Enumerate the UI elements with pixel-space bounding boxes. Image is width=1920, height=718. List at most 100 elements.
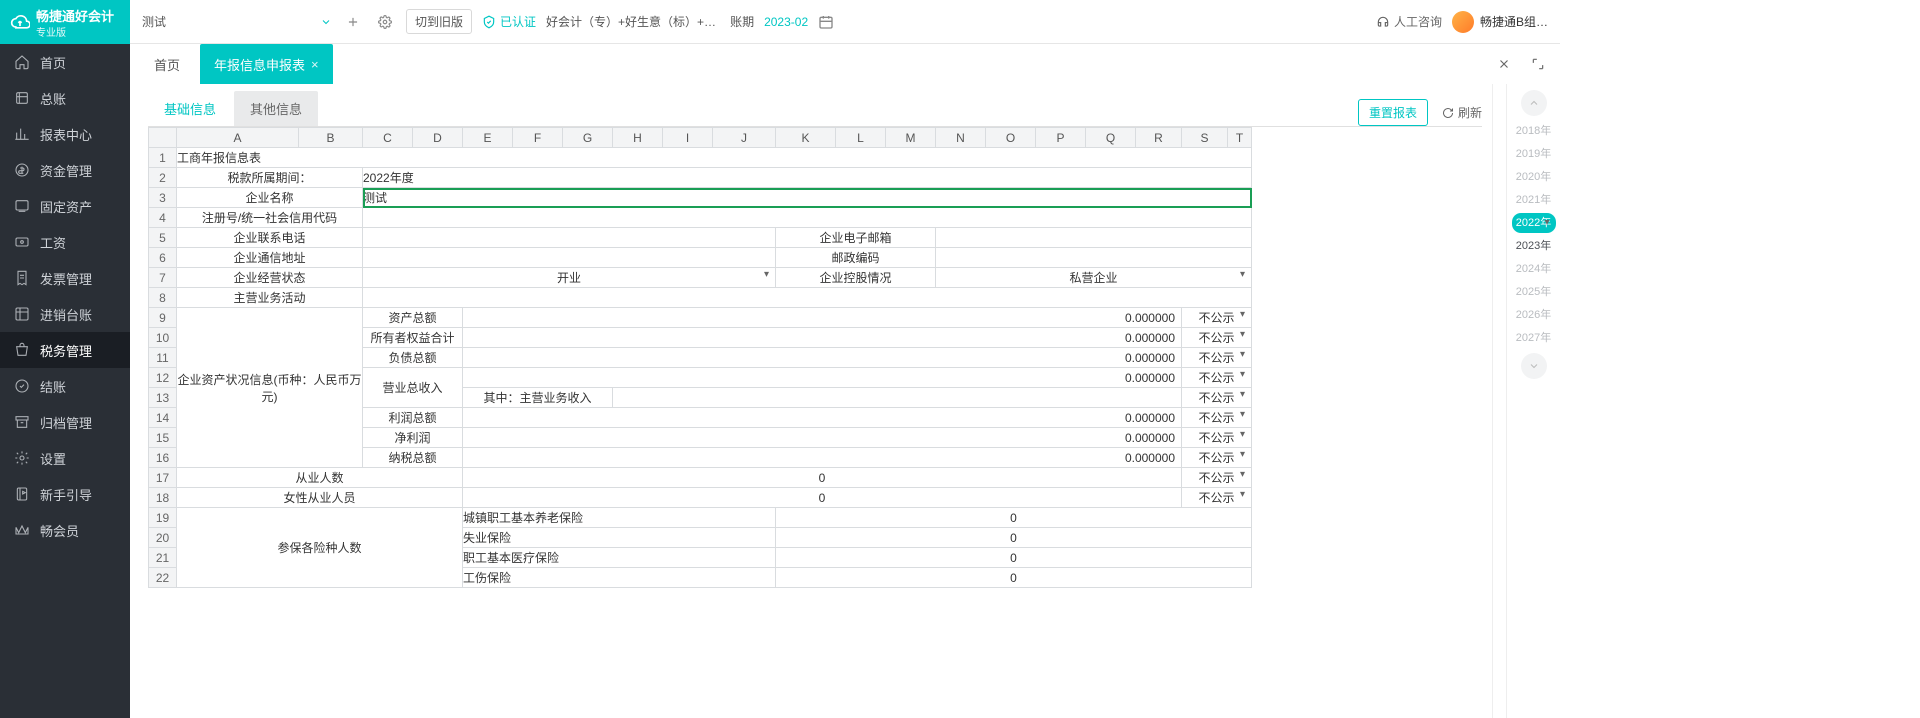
disclosure-select[interactable]: 不公示 — [1182, 468, 1252, 488]
col-header[interactable]: E — [463, 128, 513, 148]
reg-no-input[interactable] — [363, 208, 1252, 228]
row-header[interactable]: 20 — [149, 528, 177, 548]
sidebar-item-archive[interactable]: 归档管理 — [0, 404, 130, 440]
row-header[interactable]: 7 — [149, 268, 177, 288]
holding-select[interactable]: 私营企业 — [936, 268, 1252, 288]
metric-value[interactable]: 0.000000 — [463, 448, 1182, 468]
postcode-input[interactable] — [936, 248, 1252, 268]
close-all-tabs-button[interactable] — [1492, 52, 1516, 76]
year-item[interactable]: 2025年 — [1512, 282, 1556, 302]
close-icon[interactable]: × — [311, 57, 319, 72]
row-header[interactable]: 4 — [149, 208, 177, 228]
disclosure-select[interactable]: 不公示 — [1182, 328, 1252, 348]
col-header[interactable]: T — [1228, 128, 1252, 148]
employees-value[interactable]: 0 — [463, 468, 1182, 488]
col-header[interactable]: A — [177, 128, 299, 148]
disclosure-select[interactable]: 不公示 — [1182, 348, 1252, 368]
row-header[interactable]: 12 — [149, 368, 177, 388]
sidebar-item-asset[interactable]: 固定资产 — [0, 188, 130, 224]
email-input[interactable] — [936, 228, 1252, 248]
year-item[interactable]: 2022年 — [1512, 213, 1556, 233]
support-button[interactable]: 人工咨询 — [1376, 13, 1442, 30]
main-biz-input[interactable] — [363, 288, 1252, 308]
col-header[interactable]: L — [836, 128, 886, 148]
sidebar-item-chart[interactable]: 报表中心 — [0, 116, 130, 152]
col-header[interactable]: D — [413, 128, 463, 148]
row-header[interactable]: 5 — [149, 228, 177, 248]
disclosure-select[interactable]: 不公示 — [1182, 488, 1252, 508]
year-down-button[interactable] — [1521, 353, 1547, 379]
insurance-value[interactable]: 0 — [776, 568, 1252, 588]
row-header[interactable]: 3 — [149, 188, 177, 208]
insurance-value[interactable]: 0 — [776, 508, 1252, 528]
row-header[interactable]: 22 — [149, 568, 177, 588]
phone-input[interactable] — [363, 228, 776, 248]
col-header[interactable]: K — [776, 128, 836, 148]
sidebar-item-inventory[interactable]: 进销台账 — [0, 296, 130, 332]
col-header[interactable]: H — [613, 128, 663, 148]
col-header[interactable]: J — [713, 128, 776, 148]
year-item[interactable]: 2027年 — [1512, 328, 1556, 348]
row-header[interactable]: 21 — [149, 548, 177, 568]
metric-value[interactable]: 0.000000 — [463, 328, 1182, 348]
row-header[interactable]: 13 — [149, 388, 177, 408]
insurance-value[interactable]: 0 — [776, 548, 1252, 568]
disclosure-select[interactable]: 不公示 — [1182, 448, 1252, 468]
row-header[interactable]: 2 — [149, 168, 177, 188]
insurance-value[interactable]: 0 — [776, 528, 1252, 548]
biz-state-select[interactable]: 开业 — [363, 268, 776, 288]
col-header[interactable] — [149, 128, 177, 148]
add-company-button[interactable] — [342, 11, 364, 33]
sidebar-item-fund[interactable]: 资金管理 — [0, 152, 130, 188]
metric-value[interactable]: 0.000000 — [463, 408, 1182, 428]
row-header[interactable]: 8 — [149, 288, 177, 308]
metric-value[interactable]: 0.000000 — [463, 368, 1182, 388]
row-header[interactable]: 10 — [149, 328, 177, 348]
inner-tab[interactable]: 其他信息 — [234, 91, 318, 126]
sidebar-item-home[interactable]: 首页 — [0, 44, 130, 80]
calendar-icon[interactable] — [818, 14, 834, 30]
year-item[interactable]: 2020年 — [1512, 167, 1556, 187]
tax-period-value[interactable]: 2022年度 — [363, 168, 1252, 188]
disclosure-select[interactable]: 不公示 — [1182, 408, 1252, 428]
year-item[interactable]: 2023年 — [1512, 236, 1556, 256]
spreadsheet[interactable]: ABCDEFGHIJKLMNOPQRST 1工商年报信息表2税款所属期间：202… — [148, 126, 1482, 718]
col-header[interactable]: C — [363, 128, 413, 148]
sidebar-item-close-period[interactable]: 结账 — [0, 368, 130, 404]
refresh-button[interactable]: 刷新 — [1442, 104, 1482, 121]
col-header[interactable]: N — [936, 128, 986, 148]
addr-input[interactable] — [363, 248, 776, 268]
tab-annual-report[interactable]: 年报信息申报表 × — [200, 44, 333, 84]
row-header[interactable]: 17 — [149, 468, 177, 488]
row-header[interactable]: 11 — [149, 348, 177, 368]
sidebar-item-tax[interactable]: 税务管理 — [0, 332, 130, 368]
company-select[interactable]: 测试 — [142, 13, 332, 30]
row-header[interactable]: 14 — [149, 408, 177, 428]
row-header[interactable]: 9 — [149, 308, 177, 328]
col-header[interactable]: G — [563, 128, 613, 148]
female-emp-value[interactable]: 0 — [463, 488, 1182, 508]
metric-value[interactable]: 0.000000 — [463, 308, 1182, 328]
col-header[interactable]: F — [513, 128, 563, 148]
year-item[interactable]: 2024年 — [1512, 259, 1556, 279]
row-header[interactable]: 1 — [149, 148, 177, 168]
disclosure-select[interactable]: 不公示 — [1182, 308, 1252, 328]
col-header[interactable]: B — [299, 128, 363, 148]
reset-report-button[interactable]: 重置报表 — [1358, 99, 1428, 126]
disclosure-select[interactable]: 不公示 — [1182, 368, 1252, 388]
tab-home[interactable]: 首页 — [140, 44, 194, 84]
year-item[interactable]: 2021年 — [1512, 190, 1556, 210]
year-up-button[interactable] — [1521, 90, 1547, 116]
company-settings-button[interactable] — [374, 11, 396, 33]
metric-value[interactable]: 0.000000 — [463, 428, 1182, 448]
sidebar-item-guide[interactable]: 新手引导 — [0, 476, 130, 512]
period-value[interactable]: 2023-02 — [764, 15, 808, 29]
col-header[interactable]: R — [1136, 128, 1182, 148]
col-header[interactable]: O — [986, 128, 1036, 148]
sidebar-item-invoice[interactable]: 发票管理 — [0, 260, 130, 296]
sidebar-item-vip[interactable]: 畅会员 — [0, 512, 130, 548]
col-header[interactable]: S — [1182, 128, 1228, 148]
row-header[interactable]: 15 — [149, 428, 177, 448]
inner-tab[interactable]: 基础信息 — [148, 91, 232, 126]
switch-old-button[interactable]: 切到旧版 — [406, 9, 472, 34]
